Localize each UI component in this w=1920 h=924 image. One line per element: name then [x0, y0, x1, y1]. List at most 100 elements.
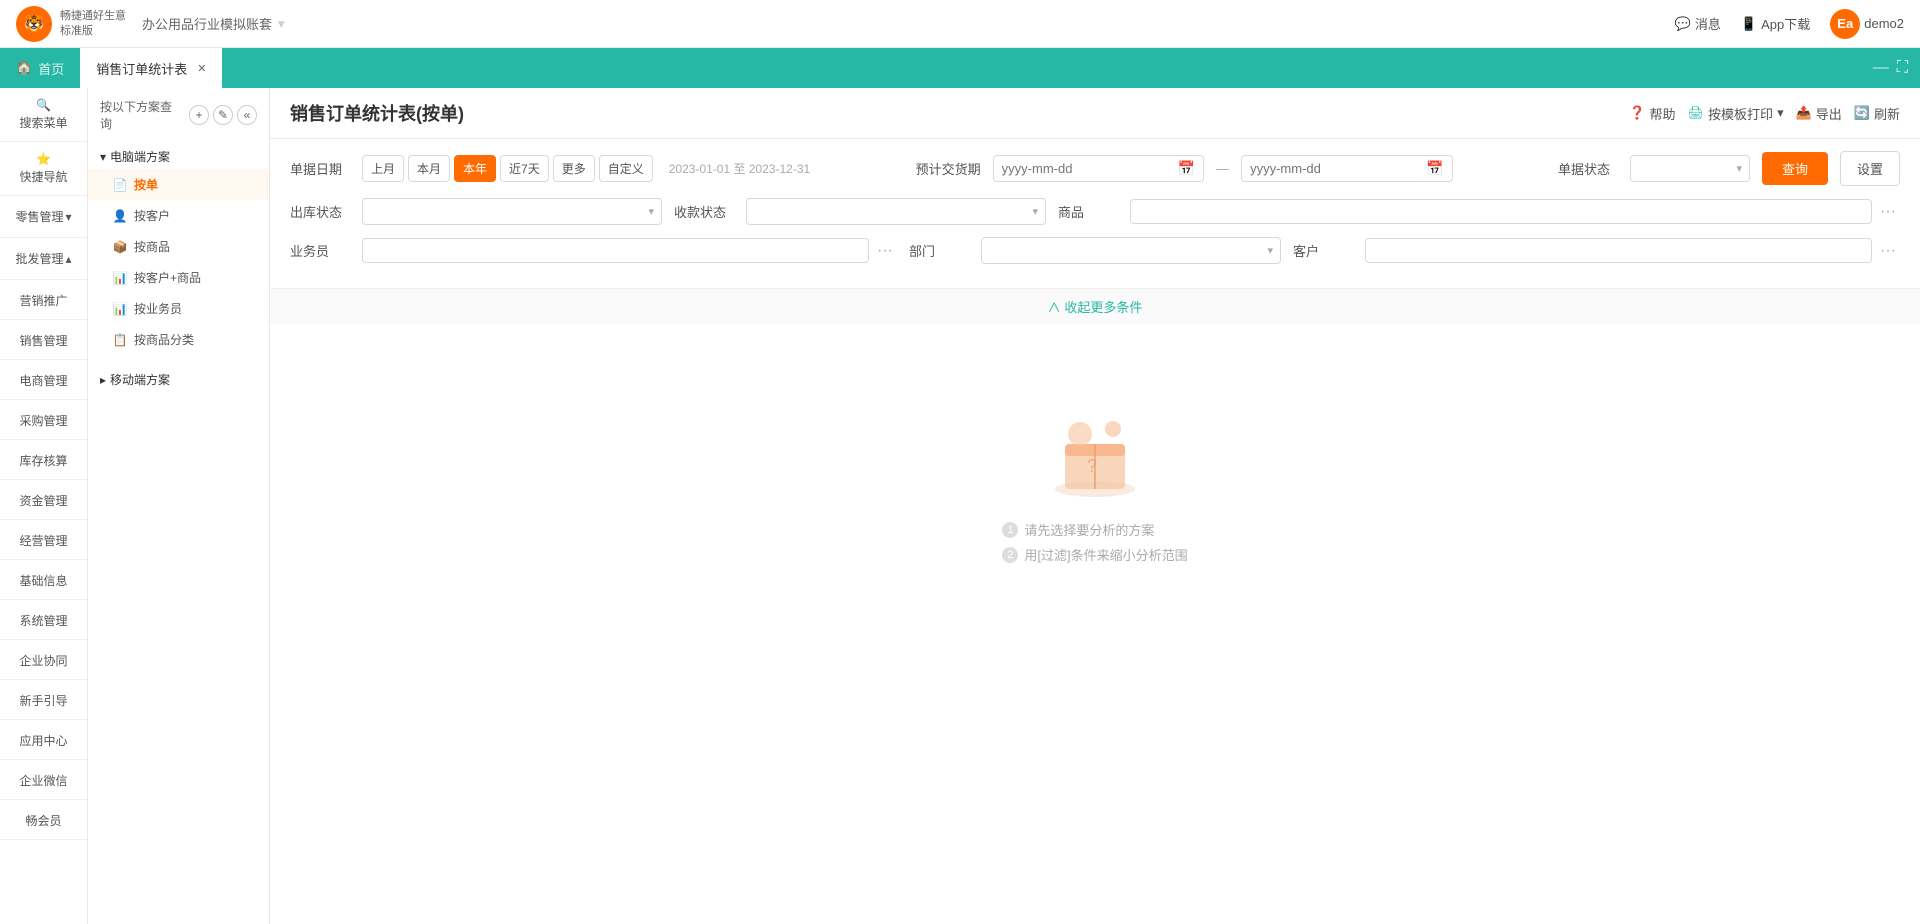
sidebar-item-system[interactable]: 系统管理 [0, 600, 87, 640]
date-button-group: 上月 本月 本年 近7天 更多 自定义 [362, 155, 653, 182]
date-btn-last-month[interactable]: 上月 [362, 155, 404, 182]
sidebar-item-finance[interactable]: 资金管理 [0, 480, 87, 520]
date-btn-this-year[interactable]: 本年 [454, 155, 496, 182]
desktop-schemes: ▾ 电脑端方案 📄 按单 👤 按客户 📦 按商品 📊 按客户+商品 📊 按 [88, 138, 269, 361]
help-btn[interactable]: ❓ 帮助 [1629, 104, 1675, 123]
date-label: 单据日期 [290, 159, 350, 178]
page-title: 销售订单统计表(按单) [290, 100, 464, 126]
scheme-item-按单[interactable]: 📄 按单 [88, 169, 269, 200]
refresh-btn[interactable]: 🔄 刷新 [1854, 104, 1900, 123]
sidebar-item-newbie[interactable]: 新手引导 [0, 680, 87, 720]
goods-field[interactable] [1130, 199, 1872, 224]
calendar-icon-end[interactable]: 📅 [1426, 160, 1443, 177]
sidebar-item-marketing[interactable]: 营销推广 [0, 280, 87, 320]
doc-status-select[interactable] [1630, 155, 1750, 182]
tab-home[interactable]: 🏠 首页 [0, 48, 80, 88]
ship-status-label: 出库状态 [290, 202, 350, 221]
sidebar-item-basic[interactable]: 基础信息 [0, 560, 87, 600]
date-btn-more[interactable]: 更多 [553, 155, 595, 182]
refresh-icon: 🔄 [1854, 105, 1870, 121]
filter-row-status: 出库状态 收款状态 商品 ··· [290, 198, 1900, 225]
collapse-panel-btn[interactable]: « [237, 105, 257, 125]
print-chevron-icon: ▾ [1777, 105, 1784, 121]
delivery-start-input[interactable] [1002, 161, 1178, 176]
salesman-field[interactable] [362, 238, 869, 263]
goods-more-btn[interactable]: ··· [1876, 203, 1900, 221]
calendar-icon-start[interactable]: 📅 [1178, 160, 1195, 177]
search-icon: 🔍 [0, 98, 87, 112]
scheme-icon-按客户: 👤 [112, 208, 128, 224]
add-scheme-btn[interactable]: + [189, 105, 209, 125]
sidebar-item-apps[interactable]: 应用中心 [0, 720, 87, 760]
collapse-icon: ∧ [1048, 300, 1061, 315]
sidebar-item-operations[interactable]: 经营管理 [0, 520, 87, 560]
reset-button[interactable]: 设置 [1840, 151, 1900, 186]
customer-more-btn[interactable]: ··· [1876, 242, 1900, 260]
delivery-end-input[interactable] [1250, 161, 1426, 176]
scheme-item-按商品[interactable]: 📦 按商品 [88, 231, 269, 262]
sidebar-item-enterprise[interactable]: 企业协同 [0, 640, 87, 680]
app-download-btn[interactable]: 📱 App下载 [1741, 14, 1810, 33]
payment-status-select[interactable] [746, 198, 1046, 225]
chevron-icon: ▾ [278, 16, 285, 32]
mobile-scheme-title: ▸ 移动端方案 [88, 367, 269, 392]
sidebar-item-purchase[interactable]: 采购管理 [0, 400, 87, 440]
scheme-item-按客户[interactable]: 👤 按客户 [88, 200, 269, 231]
customer-input[interactable] [1374, 243, 1863, 258]
salesman-label: 业务员 [290, 241, 350, 260]
date-range-display: 2023-01-01 至 2023-12-31 [669, 160, 810, 177]
salesman-field-wrapper: ··· [362, 238, 897, 263]
delivery-date-end[interactable]: 📅 [1241, 155, 1452, 182]
sidebar-item-sales[interactable]: 销售管理 [0, 320, 87, 360]
date-range-dash: — [1216, 161, 1229, 176]
query-button[interactable]: 查询 [1762, 152, 1828, 185]
date-btn-custom[interactable]: 自定义 [599, 155, 653, 182]
tab-close-icon[interactable]: ✕ [197, 62, 206, 75]
message-btn[interactable]: 💬 消息 [1675, 14, 1721, 33]
date-btn-this-month[interactable]: 本月 [408, 155, 450, 182]
salesman-more-btn[interactable]: ··· [873, 242, 897, 260]
ship-status-select[interactable] [362, 198, 662, 225]
empty-state: ? 1 请先选择要分析的方案 2 用[过滤]条件来缩小分析范围 [270, 324, 1920, 650]
sidebar-item-ecommerce[interactable]: 电商管理 [0, 360, 87, 400]
sidebar-item-wechat[interactable]: 企业微信 [0, 760, 87, 800]
chevron-down-icon: ▾ [65, 210, 71, 224]
scheme-item-按客户商品[interactable]: 📊 按客户+商品 [88, 262, 269, 293]
left-panel: 按以下方案查询 + ✎ « ▾ 电脑端方案 📄 按单 👤 按客户 📦 [88, 88, 270, 924]
tab-expand-icon[interactable]: ⛶ [1897, 59, 1908, 77]
sidebar-item-inventory[interactable]: 库存核算 [0, 440, 87, 480]
sidebar-item-wholesale[interactable]: 批发管理 ▴ [0, 238, 87, 280]
export-btn[interactable]: 📤 导出 [1796, 104, 1842, 123]
salesman-input[interactable] [371, 243, 860, 258]
goods-input[interactable] [1139, 204, 1863, 219]
doc-status-label: 单据状态 [1558, 159, 1618, 178]
collapse-bar[interactable]: ∧ 收起更多条件 [270, 288, 1920, 324]
date-btn-7days[interactable]: 近7天 [500, 155, 549, 182]
sidebar: 🔍 搜索菜单 ⭐ 快捷导航 零售管理 ▾ 批发管理 ▴ 营销推广 销售管理 电商… [0, 88, 88, 924]
customer-field[interactable] [1365, 238, 1872, 263]
scheme-item-按业务员[interactable]: 📊 按业务员 [88, 293, 269, 324]
left-panel-header: 按以下方案查询 + ✎ « [88, 88, 269, 138]
delivery-date-start[interactable]: 📅 [993, 155, 1204, 182]
logo-icon: 🐯 [16, 6, 52, 42]
dept-select[interactable] [981, 237, 1281, 264]
scheme-icon-按客户商品: 📊 [112, 270, 128, 286]
sidebar-item-member[interactable]: 畅会员 [0, 800, 87, 840]
edit-scheme-btn[interactable]: ✎ [213, 105, 233, 125]
sidebar-item-shortcut[interactable]: ⭐ 快捷导航 [0, 142, 87, 196]
sidebar-item-search[interactable]: 🔍 搜索菜单 [0, 88, 87, 142]
tab-minimize-icon[interactable]: — [1873, 59, 1889, 77]
tab-sales-stats[interactable]: 销售订单统计表 ✕ [80, 48, 222, 88]
user-menu[interactable]: Ea demo2 [1830, 9, 1904, 39]
breadcrumb: 办公用品行业模拟账套 ▾ [142, 14, 1675, 33]
page-header: 销售订单统计表(按单) ❓ 帮助 🖨 按模板打印 ▾ 📤 导出 🔄 刷新 [270, 88, 1920, 139]
desktop-scheme-title: ▾ 电脑端方案 [88, 144, 269, 169]
scheme-item-按商品分类[interactable]: 📋 按商品分类 [88, 324, 269, 355]
message-icon: 💬 [1675, 16, 1691, 32]
empty-illustration: ? [1035, 404, 1155, 504]
empty-tip-2: 2 用[过滤]条件来缩小分析范围 [1002, 545, 1187, 564]
print-btn[interactable]: 🖨 按模板打印 ▾ [1688, 104, 1784, 123]
sidebar-item-retail[interactable]: 零售管理 ▾ [0, 196, 87, 238]
filter-row-date: 单据日期 上月 本月 本年 近7天 更多 自定义 2023-01-01 至 20… [290, 151, 1900, 186]
mobile-collapse-icon: ▸ [100, 373, 106, 387]
